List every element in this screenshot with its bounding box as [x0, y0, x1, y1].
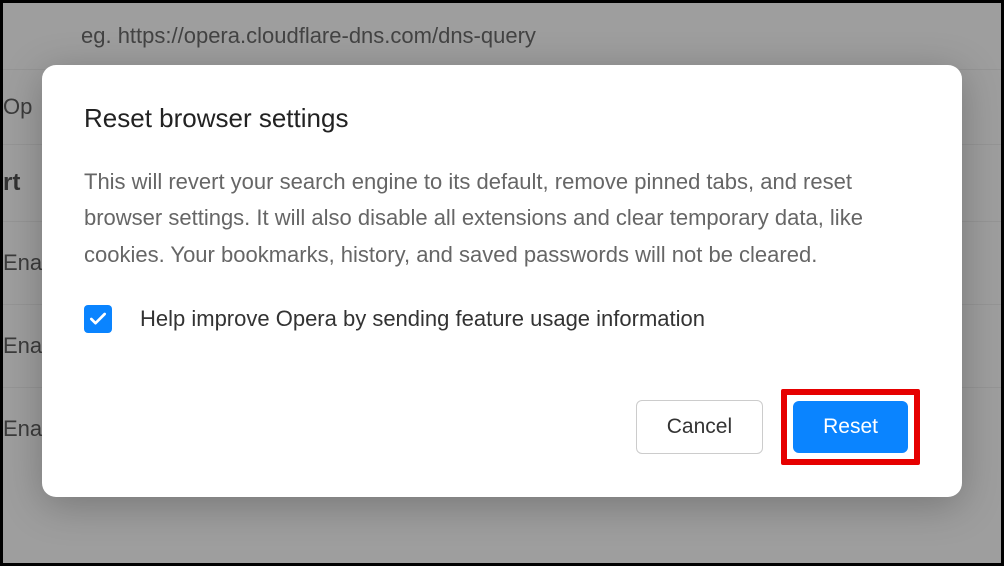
checkmark-icon: [88, 309, 108, 329]
reset-settings-dialog: Reset browser settings This will revert …: [42, 65, 962, 497]
reset-button-highlight: Reset: [781, 389, 920, 465]
dialog-title: Reset browser settings: [84, 103, 920, 134]
dialog-actions: Cancel Reset: [84, 389, 920, 465]
cancel-button[interactable]: Cancel: [636, 400, 763, 454]
feature-usage-checkbox-row: Help improve Opera by sending feature us…: [84, 305, 920, 333]
dialog-body-text: This will revert your search engine to i…: [84, 164, 920, 273]
feature-usage-checkbox[interactable]: [84, 305, 112, 333]
feature-usage-checkbox-label: Help improve Opera by sending feature us…: [140, 306, 705, 332]
reset-button[interactable]: Reset: [793, 401, 908, 453]
modal-overlay: Reset browser settings This will revert …: [3, 3, 1001, 563]
